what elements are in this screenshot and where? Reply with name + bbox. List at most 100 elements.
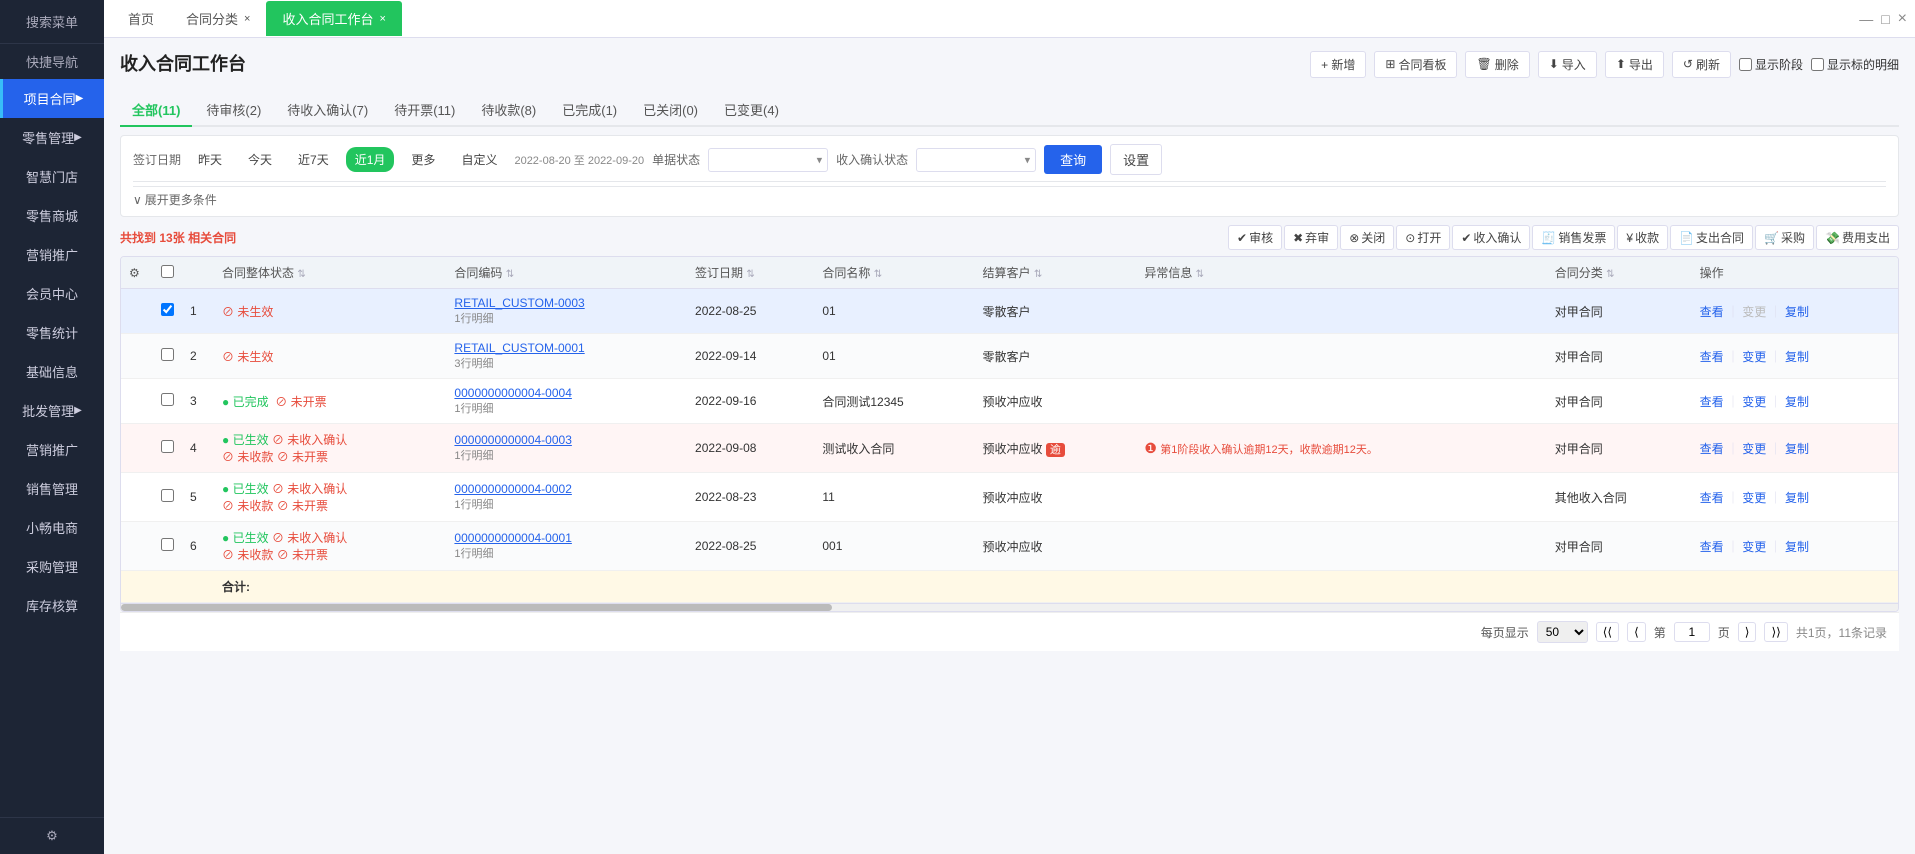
sidebar-item-wholesale[interactable]: 批发管理 ▶ <box>0 391 104 430</box>
page-input[interactable] <box>1674 622 1710 642</box>
filter-tab-pending[interactable]: 待审核(2) <box>194 94 273 125</box>
contract-link[interactable]: RETAIL_CUSTOM-0003 <box>454 296 584 310</box>
sidebar-quicknav[interactable]: 快捷导航 <box>0 44 104 79</box>
action-copy[interactable]: 复制 <box>1785 442 1809 456</box>
sidebar-search[interactable]: 搜索菜单 <box>0 0 104 44</box>
tab-contract-category[interactable]: 合同分类 × <box>170 1 266 36</box>
receive-payment-button[interactable]: ¥ 收款 <box>1617 225 1668 250</box>
doc-status-select[interactable] <box>708 148 828 172</box>
col-settings[interactable]: ⚙ <box>121 257 153 289</box>
sidebar-item-ecommerce[interactable]: 零售商城 <box>0 196 104 235</box>
action-copy[interactable]: 复制 <box>1785 350 1809 364</box>
action-change[interactable]: 变更 <box>1742 491 1766 505</box>
show-detail-checkbox[interactable] <box>1811 58 1824 71</box>
tab-close-icon[interactable]: × <box>379 13 385 25</box>
export-button[interactable]: ⬆ 导出 <box>1605 51 1664 78</box>
sidebar-item-basicinfo[interactable]: 基础信息 <box>0 352 104 391</box>
row-checkbox[interactable] <box>153 334 182 379</box>
purchase-button[interactable]: 🛒 采购 <box>1755 225 1814 250</box>
action-view[interactable]: 查看 <box>1700 395 1724 409</box>
expand-filter-button[interactable]: ∨ 展开更多条件 <box>133 186 1886 208</box>
col-name[interactable]: 合同名称 ⇅ <box>814 257 974 289</box>
audit-button[interactable]: ✔ 审核 <box>1228 225 1282 250</box>
sidebar-item-salesmgr[interactable]: 销售管理 <box>0 469 104 508</box>
row-select-checkbox[interactable] <box>161 348 174 361</box>
row-checkbox[interactable] <box>153 289 182 334</box>
row-checkbox[interactable] <box>153 522 182 571</box>
show-fields-checkbox[interactable] <box>1739 58 1752 71</box>
date-btn-today[interactable]: 今天 <box>239 147 281 172</box>
date-btn-yesterday[interactable]: 昨天 <box>189 147 231 172</box>
sidebar-settings[interactable]: ⚙ <box>0 817 104 854</box>
filter-tab-receivable[interactable]: 待收款(8) <box>469 94 548 125</box>
sidebar-item-inventory[interactable]: 库存核算 <box>0 586 104 625</box>
action-change[interactable]: 变更 <box>1742 350 1766 364</box>
sidebar-item-xiaochangec[interactable]: 小畅电商 <box>0 508 104 547</box>
sales-invoice-button[interactable]: 🧾 销售发票 <box>1532 225 1615 250</box>
row-settings[interactable] <box>121 473 153 522</box>
col-abnormal[interactable]: 异常信息 ⇅ <box>1136 257 1546 289</box>
row-settings[interactable] <box>121 289 153 334</box>
row-checkbox[interactable] <box>153 473 182 522</box>
contract-link[interactable]: 0000000000004-0002 <box>454 482 571 496</box>
delete-button[interactable]: 🗑 删除 <box>1465 51 1529 78</box>
action-copy[interactable]: 复制 <box>1785 305 1809 319</box>
income-confirm-button[interactable]: ✔ 收入确认 <box>1452 225 1530 250</box>
col-code[interactable]: 合同编码 ⇅ <box>446 257 687 289</box>
set-button[interactable]: 设置 <box>1110 144 1162 175</box>
date-btn-7days[interactable]: 近7天 <box>289 147 338 172</box>
sidebar-item-mktpromo[interactable]: 营销推广 <box>0 430 104 469</box>
abandon-audit-button[interactable]: ✖ 弃审 <box>1284 225 1338 250</box>
sidebar-item-smartstore[interactable]: 智慧门店 <box>0 157 104 196</box>
tab-close-icon[interactable]: × <box>244 13 250 25</box>
contract-link[interactable]: RETAIL_CUSTOM-0001 <box>454 341 584 355</box>
last-page-button[interactable]: ⟩⟩ <box>1764 622 1787 642</box>
date-btn-more[interactable]: 更多 <box>402 147 444 172</box>
sidebar-item-marketing[interactable]: 营销推广 <box>0 235 104 274</box>
import-button[interactable]: ⬇ 导入 <box>1538 51 1597 78</box>
row-select-checkbox[interactable] <box>161 303 174 316</box>
row-select-checkbox[interactable] <box>161 393 174 406</box>
sidebar-item-retail[interactable]: 零售管理 ▶ <box>0 118 104 157</box>
date-btn-1month[interactable]: 近1月 <box>346 147 395 172</box>
action-copy[interactable]: 复制 <box>1785 491 1809 505</box>
row-select-checkbox[interactable] <box>161 538 174 551</box>
sidebar-item-member[interactable]: 会员中心 <box>0 274 104 313</box>
filter-tab-changed[interactable]: 已变更(4) <box>712 94 791 125</box>
contract-link[interactable]: 0000000000004-0004 <box>454 386 571 400</box>
expense-contract-button[interactable]: 📄 支出合同 <box>1670 225 1753 250</box>
show-fields-checkbox-label[interactable]: 显示阶段 <box>1739 56 1803 73</box>
action-change[interactable]: 变更 <box>1742 540 1766 554</box>
tab-income-contract[interactable]: 收入合同工作台 × <box>266 1 401 36</box>
row-checkbox[interactable] <box>153 424 182 473</box>
new-button[interactable]: + 新增 <box>1310 51 1366 78</box>
action-view[interactable]: 查看 <box>1700 540 1724 554</box>
filter-tab-done[interactable]: 已完成(1) <box>550 94 629 125</box>
filter-tab-closed[interactable]: 已关闭(0) <box>631 94 710 125</box>
sidebar-item-retailstat[interactable]: 零售统计 <box>0 313 104 352</box>
row-settings[interactable] <box>121 379 153 424</box>
query-button[interactable]: 查询 <box>1044 145 1102 174</box>
select-all-checkbox[interactable] <box>161 265 174 278</box>
tab-home[interactable]: 首页 <box>112 1 170 36</box>
action-change[interactable]: 变更 <box>1742 395 1766 409</box>
action-view[interactable]: 查看 <box>1700 491 1724 505</box>
action-copy[interactable]: 复制 <box>1785 395 1809 409</box>
row-settings[interactable] <box>121 522 153 571</box>
action-change[interactable]: 变更 <box>1742 442 1766 456</box>
filter-tab-all[interactable]: 全部(11) <box>120 94 192 127</box>
contract-link[interactable]: 0000000000004-0001 <box>454 531 571 545</box>
col-sign-date[interactable]: 签订日期 ⇅ <box>687 257 814 289</box>
expense-output-button[interactable]: 💸 费用支出 <box>1816 225 1899 250</box>
close-contract-button[interactable]: ⊗ 关闭 <box>1340 225 1394 250</box>
page-size-select[interactable]: 50 100 200 <box>1537 621 1588 643</box>
action-view[interactable]: 查看 <box>1700 350 1724 364</box>
row-checkbox[interactable] <box>153 379 182 424</box>
refresh-button[interactable]: ↺ 刷新 <box>1672 51 1731 78</box>
maximize-icon[interactable]: □ <box>1881 11 1889 27</box>
row-select-checkbox[interactable] <box>161 489 174 502</box>
show-detail-checkbox-label[interactable]: 显示标的明细 <box>1811 56 1899 73</box>
col-customer[interactable]: 结算客户 ⇅ <box>975 257 1137 289</box>
filter-tab-invoice[interactable]: 待开票(11) <box>382 94 467 125</box>
minimize-icon[interactable]: — <box>1859 11 1873 27</box>
